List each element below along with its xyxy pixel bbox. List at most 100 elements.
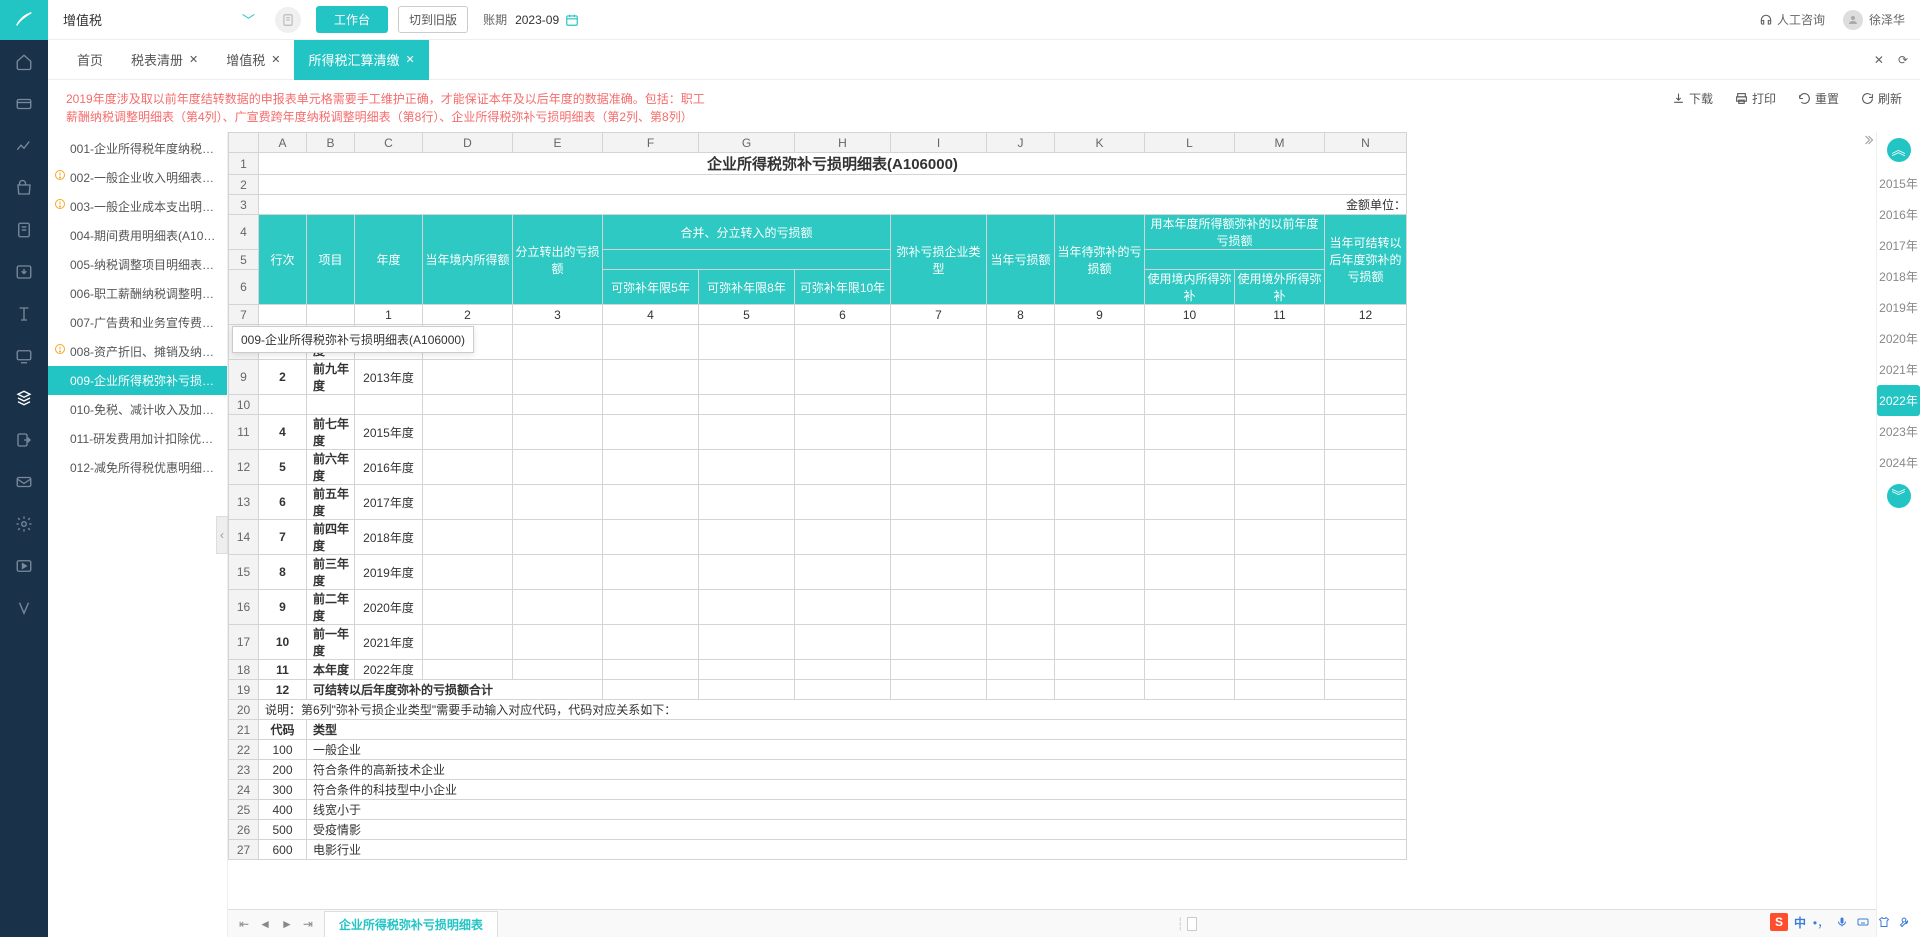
col-header[interactable]: B [307,133,355,153]
grid-cell[interactable] [699,395,795,415]
grid-cell[interactable] [987,680,1055,700]
year-item[interactable]: 2023年 [1877,416,1920,447]
tax-type-dropdown[interactable]: 增值税 ﹀ [63,10,255,29]
nav-screen-icon[interactable] [14,346,34,366]
col-header[interactable]: N [1325,133,1407,153]
row-header[interactable]: 21 [229,720,259,740]
grid-cell[interactable] [1325,520,1407,555]
nav-bag-icon[interactable] [14,178,34,198]
grid-cell[interactable] [987,590,1055,625]
grid-cell[interactable]: 项目 [307,215,355,305]
grid-cell[interactable] [603,660,699,680]
grid-cell[interactable]: 200 [259,760,307,780]
grid-cell[interactable] [513,555,603,590]
grid-cell[interactable] [513,660,603,680]
grid-cell[interactable] [307,395,355,415]
year-item[interactable]: 2015年 [1877,168,1920,199]
year-item[interactable]: 2016年 [1877,199,1920,230]
nav-download-icon[interactable] [14,262,34,282]
grid-cell[interactable]: 3 [513,305,603,325]
print-button[interactable]: 打印 [1735,90,1776,107]
grid-cell[interactable] [1325,450,1407,485]
report-item[interactable]: 012-减免所得税优惠明细表(... [48,453,227,482]
grid-cell[interactable]: 前三年度 [307,555,355,590]
grid-cell[interactable] [1235,660,1325,680]
grid-cell[interactable] [423,590,513,625]
grid-cell[interactable]: 合并、分立转入的亏损额 [603,215,891,250]
grid-cell[interactable] [987,555,1055,590]
report-item[interactable]: 006-职工薪酬纳税调整明细... [48,279,227,308]
nav-chart-icon[interactable] [14,136,34,156]
grid-cell[interactable]: 前六年度 [307,450,355,485]
grid-cell[interactable] [1325,415,1407,450]
nav-settings-icon[interactable] [14,514,34,534]
grid-cell[interactable] [355,395,423,415]
grid-cell[interactable]: 使用境外所得弥补 [1235,270,1325,305]
grid-cell[interactable] [603,485,699,520]
grid-cell[interactable]: 行次 [259,215,307,305]
grid-cell[interactable] [1145,485,1235,520]
grid-cell[interactable] [513,415,603,450]
grid-cell[interactable]: 当年境内所得额 [423,215,513,305]
grid-cell[interactable]: 12 [1325,305,1407,325]
nav-play-icon[interactable] [14,556,34,576]
row-header[interactable]: 6 [229,270,259,305]
grid-cell[interactable] [1145,520,1235,555]
row-header[interactable]: 7 [229,305,259,325]
row-header[interactable]: 20 [229,700,259,720]
grid-cell[interactable]: 企业所得税弥补亏损明细表(A106000) [259,153,1407,175]
row-header[interactable]: 25 [229,800,259,820]
grid-cell[interactable] [423,660,513,680]
grid-cell[interactable] [603,555,699,590]
header-doc-icon[interactable] [275,7,301,33]
grid-cell[interactable] [1055,415,1145,450]
sheet-nav-next-icon[interactable]: ► [278,917,296,931]
sheet-tab[interactable]: 企业所得税弥补亏损明细表 [324,911,498,937]
reset-button[interactable]: 重置 [1798,90,1839,107]
grid-cell[interactable] [1235,625,1325,660]
row-header[interactable]: 17 [229,625,259,660]
user-menu[interactable]: 徐泽华 [1843,10,1905,30]
grid-cell[interactable] [513,450,603,485]
grid-cell[interactable] [987,325,1055,360]
grid-cell[interactable] [1145,625,1235,660]
grid-cell[interactable]: 600 [259,840,307,860]
grid-cell[interactable] [891,395,987,415]
period-picker[interactable]: 2023-09 [515,13,579,27]
tab-首页[interactable]: 首页 [63,40,117,80]
collapse-report-list-handle[interactable]: ‹ [216,516,228,554]
grid-cell[interactable] [1145,360,1235,395]
workbench-button[interactable]: 工作台 [316,6,388,33]
grid-cell[interactable]: 10 [1145,305,1235,325]
grid-cell[interactable]: 9 [259,590,307,625]
grid-cell[interactable]: 前二年度 [307,590,355,625]
grid-cell[interactable]: 4 [603,305,699,325]
tabs-refresh-icon[interactable]: ⟳ [1898,53,1908,67]
report-item[interactable]: 001-企业所得税年度纳税申... [48,134,227,163]
grid-cell[interactable]: 可弥补年限5年 [603,270,699,305]
grid-cell[interactable] [987,450,1055,485]
tab-所得税汇算清缴[interactable]: 所得税汇算清缴✕ [294,40,428,80]
grid-cell[interactable] [1235,680,1325,700]
col-header[interactable]: D [423,133,513,153]
grid-cell[interactable] [423,485,513,520]
grid-cell[interactable]: 2 [423,305,513,325]
grid-cell[interactable] [1145,415,1235,450]
grid-cell[interactable] [987,360,1055,395]
grid-cell[interactable] [603,625,699,660]
row-header[interactable]: 24 [229,780,259,800]
grid-cell[interactable]: 前五年度 [307,485,355,520]
nav-card-icon[interactable] [14,94,34,114]
grid-cell[interactable] [699,325,795,360]
grid-cell[interactable] [987,485,1055,520]
grid-cell[interactable] [1235,555,1325,590]
grid-cell[interactable] [603,325,699,360]
grid-cell[interactable]: 7 [891,305,987,325]
nav-mail-icon[interactable] [14,472,34,492]
grid-cell[interactable]: 300 [259,780,307,800]
grid-cell[interactable] [1235,485,1325,520]
row-header[interactable]: 22 [229,740,259,760]
grid-cell[interactable] [259,395,307,415]
grid-cell[interactable] [891,450,987,485]
year-item[interactable]: 2021年 [1877,354,1920,385]
